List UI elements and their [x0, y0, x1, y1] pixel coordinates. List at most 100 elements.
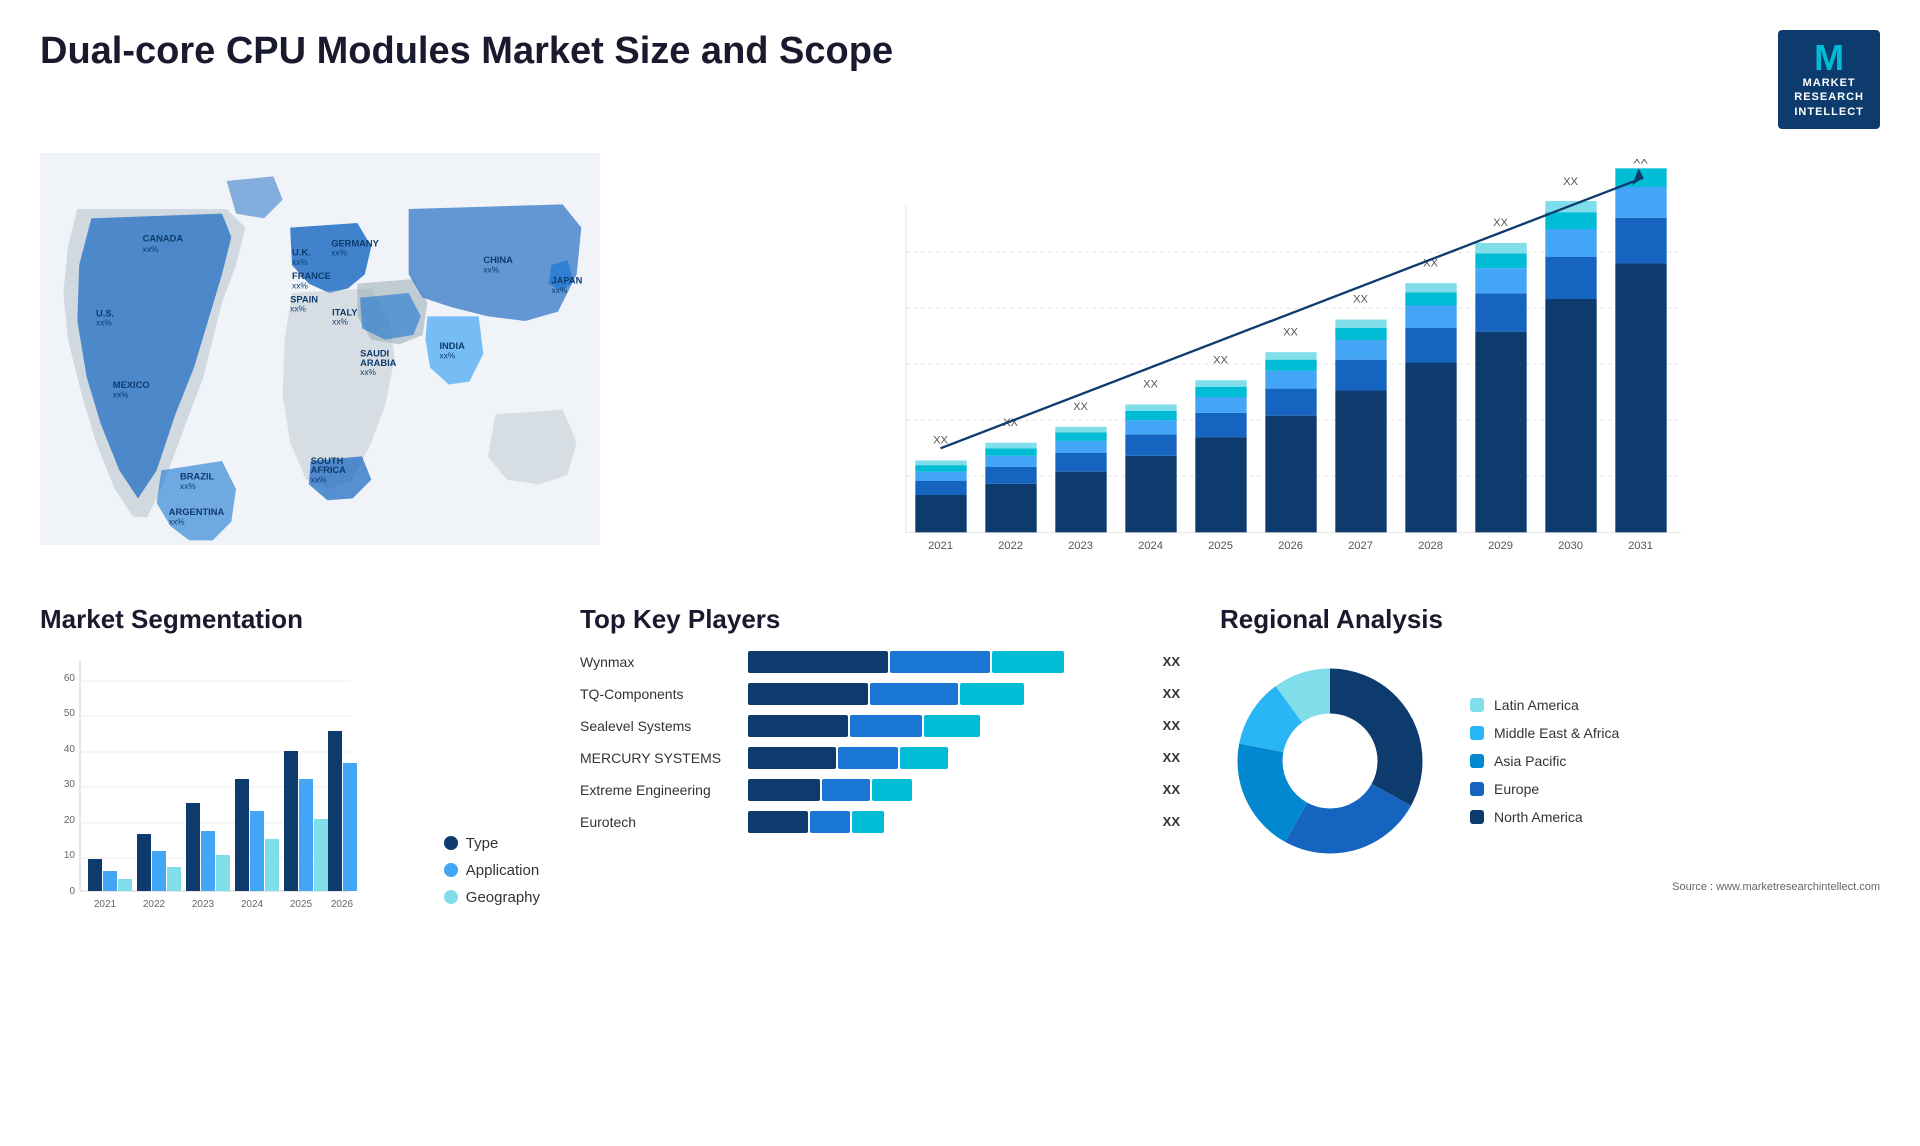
world-map-svg: CANADA xx% U.S. xx% MEXICO xx% BRAZIL xx…	[40, 149, 600, 549]
legend-application-dot	[444, 863, 458, 877]
svg-text:xx%: xx%	[180, 481, 196, 491]
svg-text:xx%: xx%	[290, 304, 306, 314]
player-bar-eurotech-seg2	[810, 811, 850, 833]
player-bar-mercury-seg3	[900, 747, 948, 769]
svg-text:2029: 2029	[1488, 540, 1513, 552]
svg-text:xx%: xx%	[360, 367, 376, 377]
player-row-extreme: Extreme Engineering XX	[580, 779, 1180, 801]
svg-text:2026: 2026	[331, 899, 354, 910]
svg-text:XX: XX	[1073, 401, 1088, 413]
reg-label-asia: Asia Pacific	[1494, 753, 1566, 769]
legend-application-label: Application	[466, 862, 539, 879]
svg-text:xx%: xx%	[311, 474, 327, 484]
player-row-eurotech: Eurotech XX	[580, 811, 1180, 833]
player-bar-mercury-seg1	[748, 747, 836, 769]
svg-text:xx%: xx%	[551, 285, 567, 295]
reg-label-latin: Latin America	[1494, 697, 1579, 713]
player-bar-wynmax-seg3	[992, 651, 1064, 673]
player-bar-eurotech-seg3	[852, 811, 884, 833]
legend-type-label: Type	[466, 835, 499, 852]
player-bar-tq-seg2	[870, 683, 958, 705]
logo-box: M MARKETRESEARCHINTELLECT	[1778, 30, 1880, 129]
svg-text:2030: 2030	[1558, 540, 1583, 552]
player-bar-eurotech-seg1	[748, 811, 808, 833]
segmentation-section: Market Segmentation 0 10 20 30 40 50	[40, 604, 540, 936]
player-xx-mercury: XX	[1163, 750, 1180, 765]
player-bar-sealevel	[748, 715, 1149, 737]
svg-text:XX: XX	[1563, 176, 1578, 188]
player-bar-mercury	[748, 747, 1149, 769]
player-bar-extreme-seg2	[822, 779, 870, 801]
player-bar-sealevel-seg2	[850, 715, 922, 737]
svg-text:XX: XX	[933, 435, 948, 447]
page-title: Dual-core CPU Modules Market Size and Sc…	[40, 30, 893, 73]
player-bar-tq	[748, 683, 1149, 705]
svg-text:40: 40	[64, 744, 76, 755]
player-row-tq: TQ-Components XX	[580, 683, 1180, 705]
segmentation-title: Market Segmentation	[40, 604, 540, 635]
bottom-grid: Market Segmentation 0 10 20 30 40 50	[40, 604, 1880, 936]
svg-text:XX: XX	[1213, 354, 1228, 366]
svg-text:xx%: xx%	[143, 244, 159, 254]
player-bar-sealevel-seg1	[748, 715, 848, 737]
svg-text:XX: XX	[1353, 294, 1368, 306]
svg-text:2026: 2026	[1278, 540, 1303, 552]
svg-text:2024: 2024	[1138, 540, 1163, 552]
player-name-sealevel: Sealevel Systems	[580, 718, 740, 734]
player-name-eurotech: Eurotech	[580, 814, 740, 830]
svg-text:CANADA: CANADA	[143, 234, 184, 244]
reg-label-europe: Europe	[1494, 781, 1539, 797]
donut-svg	[1220, 651, 1440, 871]
svg-text:2022: 2022	[998, 540, 1023, 552]
reg-label-north-america: North America	[1494, 809, 1583, 825]
source-text: Source : www.marketresearchintellect.com	[1220, 881, 1880, 893]
svg-text:10: 10	[64, 850, 76, 861]
svg-text:0: 0	[69, 886, 75, 897]
segmentation-inner: 0 10 20 30 40 50 60	[40, 651, 540, 936]
svg-text:20: 20	[64, 815, 76, 826]
reg-label-mea: Middle East & Africa	[1494, 725, 1619, 741]
regional-legend: Latin America Middle East & Africa Asia …	[1470, 697, 1619, 825]
player-name-mercury: MERCURY SYSTEMS	[580, 750, 740, 766]
world-map-section: CANADA xx% U.S. xx% MEXICO xx% BRAZIL xx…	[40, 149, 620, 584]
player-row-wynmax: Wynmax XX	[580, 651, 1180, 673]
player-xx-eurotech: XX	[1163, 814, 1180, 829]
donut-chart-container	[1220, 651, 1440, 871]
player-xx-extreme: XX	[1163, 782, 1180, 797]
players-title: Top Key Players	[580, 604, 1180, 635]
logo-text: MARKETRESEARCHINTELLECT	[1794, 76, 1864, 119]
page-header: Dual-core CPU Modules Market Size and Sc…	[40, 30, 1880, 129]
svg-text:xx%: xx%	[331, 248, 347, 258]
svg-text:xx%: xx%	[292, 257, 308, 267]
legend-geography-label: Geography	[466, 889, 540, 906]
reg-dot-europe	[1470, 782, 1484, 796]
player-bar-wynmax-seg1	[748, 651, 888, 673]
svg-text:xx%: xx%	[292, 280, 308, 290]
svg-text:2022: 2022	[143, 899, 166, 910]
main-bar-chart-svg: XX XX XX	[660, 159, 1880, 579]
player-bar-wynmax-seg2	[890, 651, 990, 673]
svg-text:2021: 2021	[94, 899, 117, 910]
svg-text:50: 50	[64, 708, 76, 719]
main-grid: CANADA xx% U.S. xx% MEXICO xx% BRAZIL xx…	[40, 149, 1880, 936]
player-bar-tq-seg3	[960, 683, 1024, 705]
player-bar-extreme	[748, 779, 1149, 801]
legend-geography-dot	[444, 890, 458, 904]
svg-text:2021: 2021	[928, 540, 953, 552]
player-bar-eurotech	[748, 811, 1149, 833]
logo-m-icon: M	[1794, 40, 1864, 76]
svg-text:2024: 2024	[241, 899, 264, 910]
svg-text:2027: 2027	[1348, 540, 1373, 552]
svg-text:xx%: xx%	[332, 317, 348, 327]
segmentation-svg: 0 10 20 30 40 50 60	[40, 651, 360, 931]
regional-section: Regional Analysis	[1220, 604, 1880, 936]
svg-text:xx%: xx%	[169, 516, 185, 526]
player-xx-tq: XX	[1163, 686, 1180, 701]
svg-text:XX: XX	[1493, 217, 1508, 229]
segmentation-legend: Type Application Geography	[444, 835, 540, 936]
player-xx-sealevel: XX	[1163, 718, 1180, 733]
svg-text:30: 30	[64, 779, 76, 790]
world-map-container: CANADA xx% U.S. xx% MEXICO xx% BRAZIL xx…	[40, 149, 600, 549]
svg-text:2023: 2023	[192, 899, 215, 910]
logo-area: M MARKETRESEARCHINTELLECT	[1778, 30, 1880, 129]
